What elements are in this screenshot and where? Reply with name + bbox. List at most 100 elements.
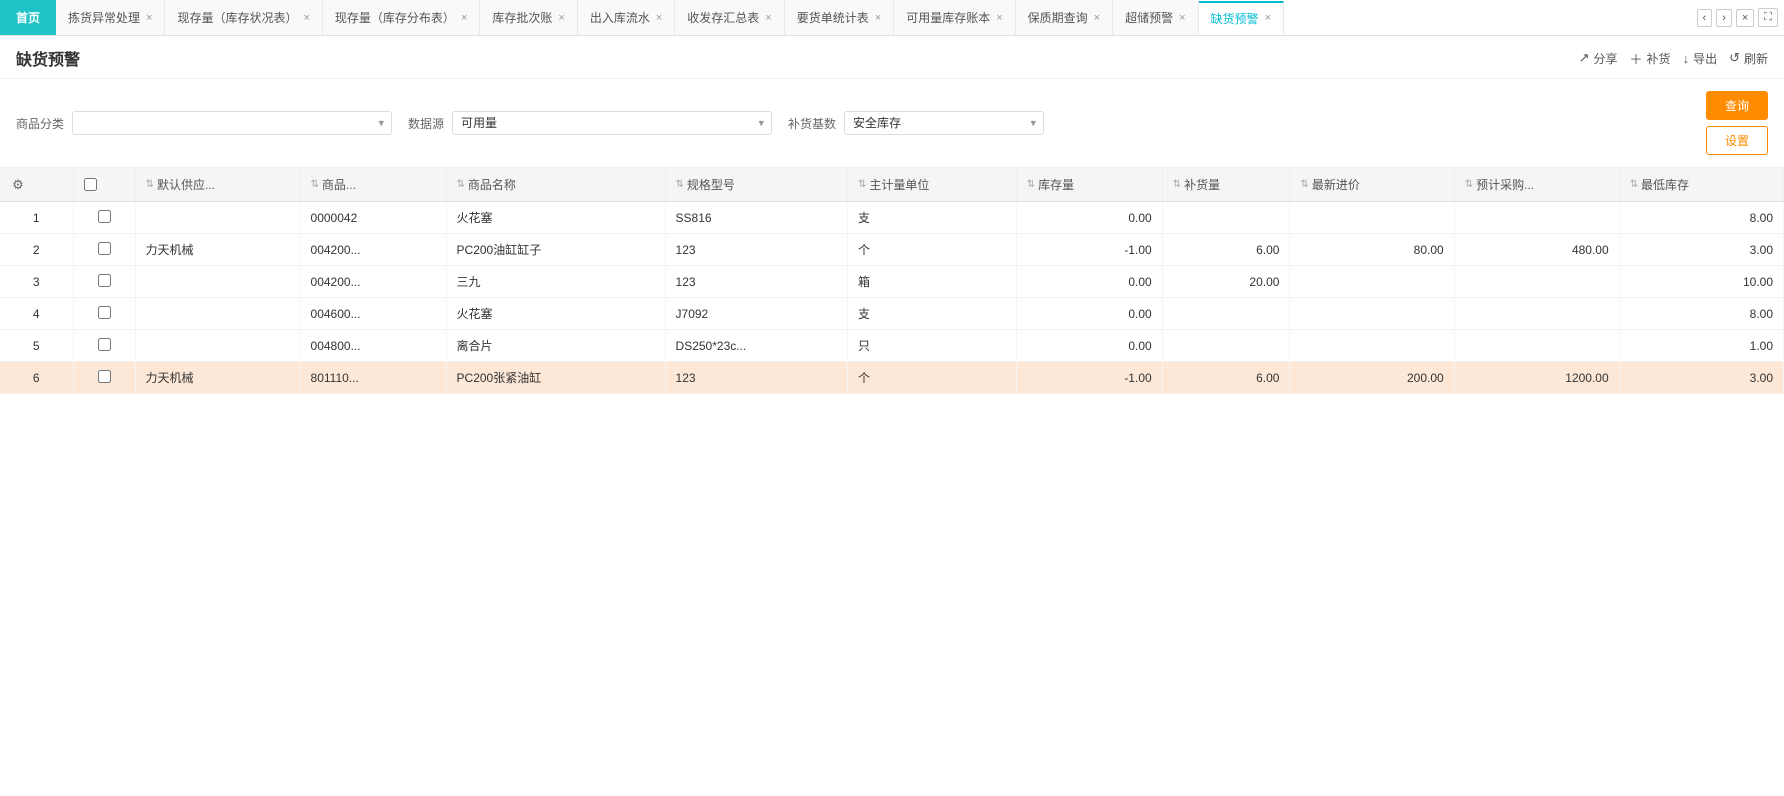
tab-collect[interactable]: 收发存汇总表 × [675, 0, 784, 35]
tab-shortage[interactable]: 缺货预警 × [1199, 1, 1284, 36]
col-header-name[interactable]: ⇅ 商品名称 [446, 168, 665, 202]
col-header-restock[interactable]: ⇅ 补货量 [1162, 168, 1290, 202]
cell-checkbox[interactable] [73, 298, 135, 330]
datasource-select[interactable]: 可用量 库存量 [452, 111, 772, 135]
replenish-select[interactable]: 安全库存 最低库存 [844, 111, 1044, 135]
tab-available-close[interactable]: × [996, 12, 1002, 24]
tab-shortage-close[interactable]: × [1265, 12, 1271, 24]
share-button[interactable]: ↗ 分享 [1579, 50, 1618, 67]
refresh-button[interactable]: ↺ 刷新 [1729, 50, 1768, 67]
col-header-code[interactable]: ⇅ 商品... [300, 168, 446, 202]
select-all-checkbox[interactable] [84, 178, 97, 191]
cell-supplier: 力天机械 [135, 362, 300, 394]
tab-stock-status[interactable]: 现存量（库存状况表） × [165, 0, 322, 35]
cell-spec: 123 [665, 266, 848, 298]
cell-checkbox[interactable] [73, 330, 135, 362]
cell-code: 004600... [300, 298, 446, 330]
cell-est-purchase: 1200.00 [1454, 362, 1619, 394]
cell-checkbox[interactable] [73, 266, 135, 298]
col-header-price[interactable]: ⇅ 最新进价 [1290, 168, 1454, 202]
cell-unit: 支 [848, 202, 1017, 234]
cell-checkbox[interactable] [73, 202, 135, 234]
col-header-supplier[interactable]: ⇅ 默认供应... [135, 168, 300, 202]
cell-restock [1162, 202, 1290, 234]
tab-scroll-right[interactable]: › [1716, 9, 1732, 27]
share-label: 分享 [1594, 50, 1618, 67]
cell-restock [1162, 298, 1290, 330]
col-header-stock[interactable]: ⇅ 库存量 [1016, 168, 1162, 202]
settings-button[interactable]: 设置 [1706, 126, 1768, 155]
tab-close-current[interactable]: × [1736, 9, 1754, 27]
tab-home[interactable]: 首页 [0, 0, 56, 35]
cell-name: 三九 [446, 266, 665, 298]
cell-min-stock: 8.00 [1619, 298, 1783, 330]
tab-overstock[interactable]: 超储预警 × [1113, 0, 1198, 35]
cell-code: 0000042 [300, 202, 446, 234]
tab-expiry[interactable]: 保质期查询 × [1016, 0, 1113, 35]
tab-inout[interactable]: 出入库流水 × [578, 0, 675, 35]
tab-demand-label: 要货单统计表 [797, 9, 869, 26]
cell-supplier [135, 330, 300, 362]
page-content: 缺货预警 ↗ 分享 ＋ 补货 ↓ 导出 ↺ 刷新 商品分类 [0, 36, 1784, 796]
cell-no: 6 [0, 362, 73, 394]
tab-available[interactable]: 可用量库存账本 × [894, 0, 1015, 35]
row-checkbox-3[interactable] [98, 306, 111, 319]
tab-collect-close[interactable]: × [765, 12, 771, 24]
query-button[interactable]: 查询 [1706, 91, 1768, 120]
tab-inout-close[interactable]: × [656, 12, 662, 24]
cell-price [1290, 202, 1454, 234]
cell-name: PC200张紧油缸 [446, 362, 665, 394]
tab-batch-close[interactable]: × [558, 12, 564, 24]
cell-no: 5 [0, 330, 73, 362]
tab-overstock-close[interactable]: × [1179, 12, 1185, 24]
tab-maximize[interactable]: ⛶ [1758, 8, 1778, 27]
datasource-label: 数据源 [408, 115, 444, 132]
tab-demand-close[interactable]: × [875, 12, 881, 24]
category-label: 商品分类 [16, 115, 64, 132]
cell-min-stock: 8.00 [1619, 202, 1783, 234]
cell-code: 004200... [300, 234, 446, 266]
tab-stock-dist-close[interactable]: × [461, 12, 467, 24]
tab-exception[interactable]: 拣货异常处理 × [56, 0, 165, 35]
tab-stock-dist[interactable]: 现存量（库存分布表） × [323, 0, 480, 35]
filter-right-actions: 查询 设置 [1706, 91, 1768, 155]
share-icon: ↗ [1579, 50, 1590, 66]
sort-icon-spec: ⇅ [676, 179, 684, 190]
tab-demand[interactable]: 要货单统计表 × [785, 0, 894, 35]
tab-scroll-left[interactable]: ‹ [1697, 9, 1713, 27]
col-header-unit[interactable]: ⇅ 主计量单位 [848, 168, 1017, 202]
col-header-spec[interactable]: ⇅ 规格型号 [665, 168, 848, 202]
row-checkbox-0[interactable] [98, 210, 111, 223]
row-checkbox-5[interactable] [98, 370, 111, 383]
cell-no: 2 [0, 234, 73, 266]
cell-price [1290, 330, 1454, 362]
tab-expiry-close[interactable]: × [1094, 12, 1100, 24]
row-checkbox-4[interactable] [98, 338, 111, 351]
cell-code: 801110... [300, 362, 446, 394]
tab-batch[interactable]: 库存批次账 × [480, 0, 577, 35]
cell-checkbox[interactable] [73, 362, 135, 394]
tab-expiry-label: 保质期查询 [1028, 9, 1088, 26]
col-header-minstock[interactable]: ⇅ 最低库存 [1619, 168, 1783, 202]
restock-icon: ＋ [1630, 49, 1643, 68]
tab-stock-status-close[interactable]: × [303, 12, 309, 24]
gear-icon[interactable]: ⚙ [10, 177, 26, 193]
cell-unit: 个 [848, 234, 1017, 266]
table-row: 5 004800... 离合片 DS250*23c... 只 0.00 1.00 [0, 330, 1784, 362]
sort-icon-supplier: ⇅ [146, 179, 154, 190]
cell-price: 200.00 [1290, 362, 1454, 394]
cell-price [1290, 266, 1454, 298]
export-button[interactable]: ↓ 导出 [1683, 50, 1718, 67]
cell-est-purchase [1454, 298, 1619, 330]
tab-exception-close[interactable]: × [146, 12, 152, 24]
row-checkbox-2[interactable] [98, 274, 111, 287]
cell-supplier [135, 298, 300, 330]
cell-supplier: 力天机械 [135, 234, 300, 266]
row-checkbox-1[interactable] [98, 242, 111, 255]
cell-checkbox[interactable] [73, 234, 135, 266]
restock-button[interactable]: ＋ 补货 [1630, 49, 1671, 68]
col-header-est[interactable]: ⇅ 预计采购... [1454, 168, 1619, 202]
category-select[interactable] [72, 111, 392, 135]
cell-stock: 0.00 [1016, 330, 1162, 362]
tab-home-label: 首页 [16, 9, 40, 26]
